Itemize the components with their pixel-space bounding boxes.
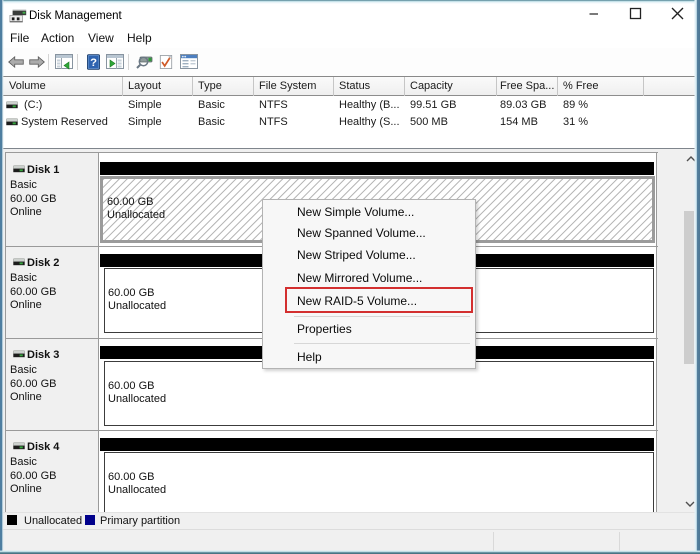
svg-text:?: ? xyxy=(90,57,97,69)
